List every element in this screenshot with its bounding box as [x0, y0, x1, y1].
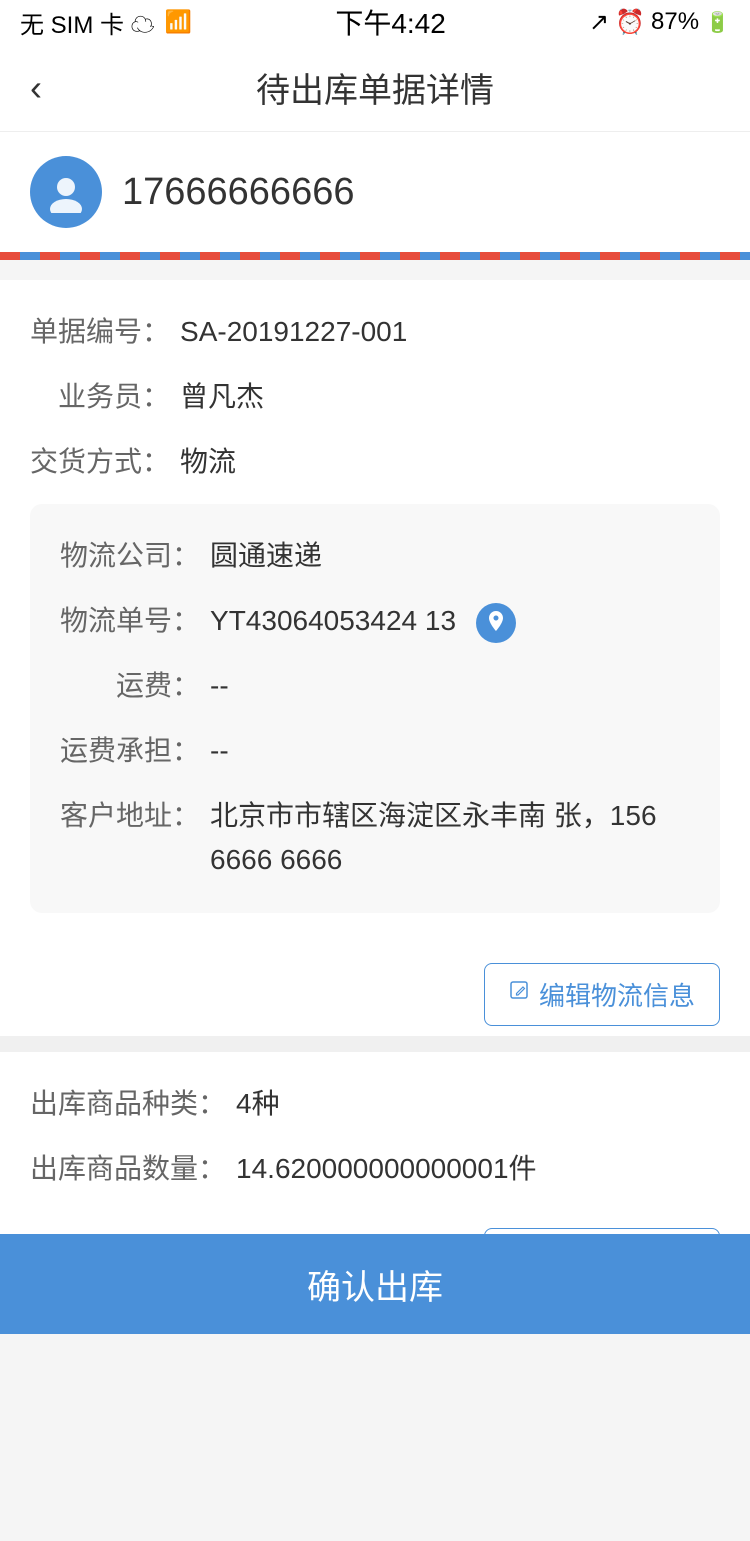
logistics-company-label: 物流公司： — [60, 534, 200, 579]
product-types-row: 出库商品种类： 4种 — [30, 1082, 720, 1127]
freight-bear-label: 运费承担： — [60, 729, 200, 774]
order-no-label: 单据编号： — [30, 310, 170, 355]
tracking-location-icon[interactable] — [476, 603, 516, 643]
customer-header: 17666666666 — [0, 132, 750, 252]
edit-icon — [509, 980, 531, 1009]
tracking-row: 物流单号： YT43064053424 13 — [60, 599, 690, 644]
status-bar: 无 SIM 卡 ☁ 📶 下午4:42 ↗ ⏰ 87% 🔋 — [0, 0, 750, 44]
product-section: 出库商品种类： 4种 出库商品数量： 14.620000000000001件 — [0, 1052, 750, 1212]
freight-bear-row: 运费承担： -- — [60, 729, 690, 774]
freight-row: 运费： -- — [60, 664, 690, 709]
battery-percent: 87% — [651, 8, 699, 36]
salesman-row: 业务员： 曾凡杰 — [30, 375, 720, 420]
logistics-card: 物流公司： 圆通速递 物流单号： YT43064053424 13 运费： --… — [30, 504, 720, 913]
avatar — [30, 156, 102, 228]
status-time: 下午4:42 — [335, 2, 446, 42]
logistics-company-value: 圆通速递 — [210, 534, 690, 579]
edit-btn-row: 编辑物流信息 — [0, 943, 750, 1036]
status-right: ↗ ⏰ 87% 🔋 — [589, 8, 730, 37]
order-info-section: 单据编号： SA-20191227-001 业务员： 曾凡杰 交货方式： 物流 … — [0, 280, 750, 943]
product-quantity-label: 出库商品数量： — [30, 1147, 226, 1192]
tracking-label: 物流单号： — [60, 599, 200, 644]
address-value: 北京市市辖区海淀区永丰南 张，156 6666 6666 — [210, 794, 690, 884]
decorative-divider — [0, 252, 750, 260]
freight-value: -- — [210, 664, 690, 709]
bottom-spacer — [0, 1321, 750, 1541]
battery-icon: 🔋 — [705, 10, 730, 35]
delivery-value: 物流 — [180, 440, 720, 485]
customer-phone: 17666666666 — [122, 171, 354, 214]
logistics-company-row: 物流公司： 圆通速递 — [60, 534, 690, 579]
wifi-icon: 📶 — [165, 9, 192, 35]
address-row: 客户地址： 北京市市辖区海淀区永丰南 张，156 6666 6666 — [60, 794, 690, 884]
back-button[interactable]: ‹ — [30, 67, 90, 109]
salesman-label: 业务员： — [30, 375, 170, 420]
product-types-label: 出库商品种类： — [30, 1082, 226, 1127]
product-types-value: 4种 — [236, 1082, 720, 1127]
edit-logistics-label: 编辑物流信息 — [539, 976, 695, 1013]
section-divider — [0, 1036, 750, 1052]
order-no-value: SA-20191227-001 — [180, 310, 720, 355]
confirm-btn-text: 确认出库 — [307, 1260, 443, 1309]
sim-status: 无 SIM 卡 ☁ — [20, 5, 155, 40]
spacer — [0, 260, 750, 280]
tracking-value: YT43064053424 13 — [210, 599, 690, 644]
address-label: 客户地址： — [60, 794, 200, 839]
edit-logistics-button[interactable]: 编辑物流信息 — [484, 963, 720, 1026]
alarm-icon: ⏰ — [615, 8, 645, 37]
status-left: 无 SIM 卡 ☁ 📶 — [20, 5, 192, 40]
product-quantity-value: 14.620000000000001件 — [236, 1147, 720, 1192]
product-quantity-row: 出库商品数量： 14.620000000000001件 — [30, 1147, 720, 1192]
page-title: 待出库单据详情 — [256, 63, 494, 112]
freight-label: 运费： — [60, 664, 200, 709]
nav-bar: ‹ 待出库单据详情 — [0, 44, 750, 132]
confirm-btn-container[interactable]: 确认出库 — [0, 1234, 750, 1334]
freight-bear-value: -- — [210, 729, 690, 774]
delivery-row: 交货方式： 物流 — [30, 440, 720, 485]
salesman-value: 曾凡杰 — [180, 375, 720, 420]
order-no-row: 单据编号： SA-20191227-001 — [30, 310, 720, 355]
delivery-label: 交货方式： — [30, 440, 170, 485]
location-icon: ↗ — [589, 8, 609, 37]
